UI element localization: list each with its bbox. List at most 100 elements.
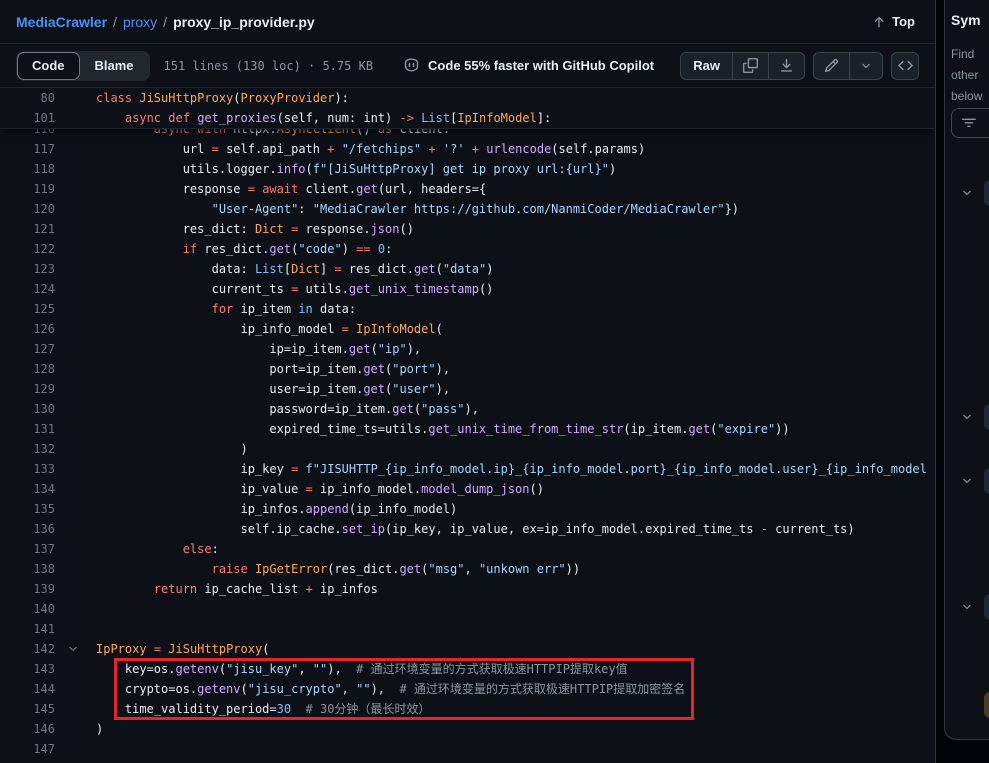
copilot-banner[interactable]: Code 55% faster with GitHub Copilot [403,58,654,73]
chevron-down-icon[interactable] [961,601,973,613]
code-line-text: ) [96,439,248,459]
line-number[interactable]: 123 [0,259,55,279]
code-line-text: key=os.getenv("jisu_key", ""), # 通过环境变量的… [96,659,628,679]
chevron-down-icon[interactable] [961,187,973,199]
line-number[interactable]: 135 [0,499,55,519]
line-number[interactable]: 141 [0,619,55,639]
symbol-pill[interactable] [984,594,989,620]
line-number[interactable]: 117 [0,139,55,159]
line-number[interactable]: 121 [0,219,55,239]
tab-blame[interactable]: Blame [80,52,149,80]
fold-gutter [55,339,96,359]
raw-button-group: Raw [680,52,805,80]
back-to-top-button[interactable]: Top [872,14,915,29]
code-line: 80class JiSuHttpProxy(ProxyProvider): [0,88,935,108]
download-icon [779,58,794,73]
code-line-text: ip_infos.append(ip_info_model) [96,499,457,519]
fold-gutter [55,279,96,299]
file-view-column: MediaCrawler / proxy / proxy_ip_provider… [0,0,936,763]
code-line-text: res_dict: Dict = response.json() [96,219,414,239]
line-number[interactable]: 124 [0,279,55,299]
symbol-pill[interactable] [984,692,989,718]
code-line-text: data: List[Dict] = res_dict.get("data") [96,259,493,279]
line-number[interactable]: 122 [0,239,55,259]
back-to-top-label: Top [892,14,915,29]
code-line: 138 raise IpGetError(res_dict.get("msg",… [0,559,935,579]
code-line: 118 utils.logger.info(f"[JiSuHttpProxy] … [0,159,935,179]
breadcrumb-folder-link[interactable]: proxy [123,14,157,30]
code-line-text: "User-Agent": "MediaCrawler https://gith… [96,199,739,219]
edit-file-button[interactable] [814,53,849,79]
fold-toggle[interactable] [55,639,96,659]
line-number[interactable]: 142 [0,639,55,659]
line-number[interactable]: 134 [0,479,55,499]
chevron-down-icon[interactable] [961,411,973,423]
code-line: 146) [0,719,935,739]
line-number[interactable]: 139 [0,579,55,599]
raw-button[interactable]: Raw [681,53,732,79]
symbols-panel-toggle-button[interactable] [891,52,919,80]
line-number[interactable]: 128 [0,359,55,379]
code-line-text: current_ts = utils.get_unix_timestamp() [96,279,493,299]
copy-raw-button[interactable] [732,53,768,79]
line-number[interactable]: 120 [0,199,55,219]
code-line: 137 else: [0,539,935,559]
code-line-text: async def get_proxies(self, num: int) ->… [96,108,551,128]
code-line: 131 expired_time_ts=utils.get_unix_time_… [0,419,935,439]
code-line: 134 ip_value = ip_info_model.model_dump_… [0,479,935,499]
code-line: 147 [0,739,935,759]
download-raw-button[interactable] [768,53,804,79]
line-number[interactable]: 145 [0,699,55,719]
symbols-panel-title: Sym [951,12,981,28]
line-number[interactable]: 130 [0,399,55,419]
fold-gutter [55,479,96,499]
code-line-text: ) [96,719,103,739]
line-number[interactable]: 132 [0,439,55,459]
breadcrumb-repo-link[interactable]: MediaCrawler [16,14,107,30]
code-line-text: url = self.api_path + "/fetchips" + '?' … [96,139,645,159]
fold-gutter [55,259,96,279]
chevron-down-icon[interactable] [961,475,973,487]
fold-gutter [55,699,96,719]
pencil-icon [824,58,839,73]
symbol-list-item [945,404,989,430]
symbol-list-item [945,180,989,206]
line-number[interactable]: 140 [0,599,55,619]
line-number[interactable]: 137 [0,539,55,559]
line-number[interactable]: 131 [0,419,55,439]
symbols-filter-button[interactable] [951,108,989,138]
code-line-text: time_validity_period=30 # 30分钟（最长时效） [96,699,430,719]
line-number[interactable]: 118 [0,159,55,179]
line-number[interactable]: 129 [0,379,55,399]
code-line-text: if res_dict.get("code") == 0: [96,239,392,259]
tab-code[interactable]: Code [17,52,80,80]
line-number[interactable]: 147 [0,739,55,759]
copy-icon [743,58,758,73]
line-number[interactable]: 101 [0,108,55,128]
line-number[interactable]: 146 [0,719,55,739]
line-number[interactable]: 125 [0,299,55,319]
line-number[interactable]: 119 [0,179,55,199]
fold-gutter [55,719,96,739]
line-number[interactable]: 126 [0,319,55,339]
symbol-pill[interactable] [984,468,989,494]
edit-options-dropdown[interactable] [849,53,882,79]
fold-gutter [55,739,96,759]
fold-gutter [55,499,96,519]
line-number[interactable]: 143 [0,659,55,679]
code-line-text: self.ip_cache.set_ip(ip_key, ip_value, e… [96,519,855,539]
line-number[interactable]: 127 [0,339,55,359]
symbol-pill[interactable] [984,404,989,430]
code-line: 139 return ip_cache_list + ip_infos [0,579,935,599]
code-line: 120 "User-Agent": "MediaCrawler https://… [0,199,935,219]
code-line: 125 for ip_item in data: [0,299,935,319]
line-number[interactable]: 133 [0,459,55,479]
line-number[interactable]: 144 [0,679,55,699]
symbol-pill[interactable] [984,180,989,206]
line-number[interactable]: 138 [0,559,55,579]
code-line: 119 response = await client.get(url, hea… [0,179,935,199]
line-number[interactable]: 80 [0,88,55,108]
line-number[interactable]: 136 [0,519,55,539]
code-line-text: ip=ip_item.get("ip"), [96,339,421,359]
code-line-text: return ip_cache_list + ip_infos [96,579,378,599]
